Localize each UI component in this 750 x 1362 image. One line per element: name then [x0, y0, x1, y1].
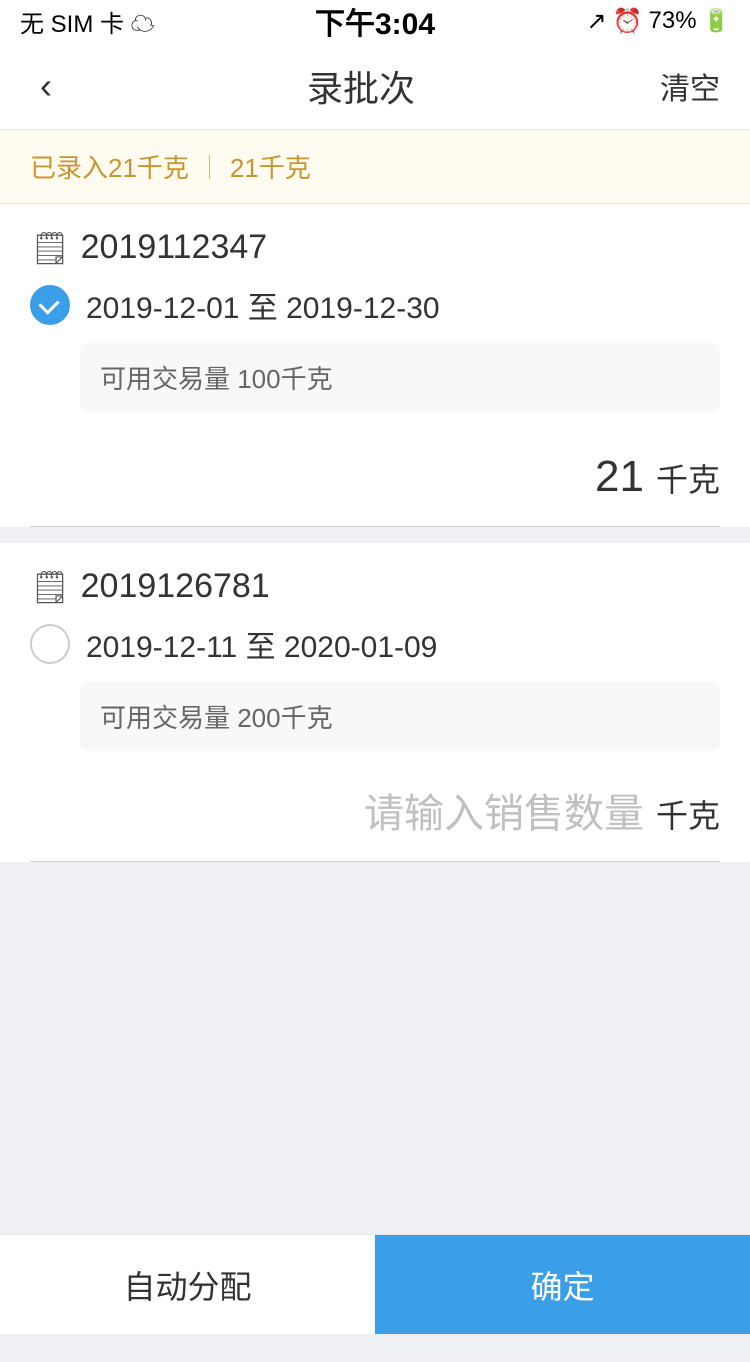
page-title: 录批次	[307, 60, 415, 112]
batch-card-2: 🗒 2019126781 2019-12-11 至 2020-01-09 可用交…	[0, 543, 750, 862]
sim-label: 无 SIM 卡 ☁	[20, 4, 155, 39]
alarm-icon: ⏰	[613, 7, 643, 36]
batch-1-qty-value: 21	[595, 452, 644, 502]
info-banner: 已录入21千克 21千克	[0, 130, 750, 204]
batch-1-header: 🗒 2019112347	[0, 204, 750, 275]
batch-1-date-row: 2019-12-01 至 2019-12-30	[0, 275, 750, 343]
batch-1-qty-row: 21 千克	[0, 432, 750, 526]
batch-2-date: 2019-12-11 至 2020-01-09	[86, 622, 437, 666]
batch-2-qty-input[interactable]	[344, 792, 644, 837]
info-divider	[209, 155, 210, 179]
auto-distribute-button[interactable]: 自动分配	[0, 1235, 375, 1334]
nav-bar: ‹ 录批次 清空	[0, 42, 750, 130]
batch-1-avail-text: 可用交易量 100千克	[100, 364, 333, 394]
batch-1-icon: 🗒	[30, 229, 71, 267]
battery-label: 73%	[649, 7, 697, 35]
batch-1-avail: 可用交易量 100千克	[80, 343, 720, 412]
status-left: 无 SIM 卡 ☁	[20, 4, 155, 39]
batch-2-avail: 可用交易量 200千克	[80, 682, 720, 751]
confirm-button[interactable]: 确定	[375, 1235, 750, 1334]
status-bar: 无 SIM 卡 ☁ 下午3:04 ↗ ⏰ 73% 🔋	[0, 0, 750, 42]
clear-button[interactable]: 清空	[660, 64, 720, 108]
batch-1-number: 2019112347	[81, 228, 268, 267]
batch-2-radio[interactable]	[30, 624, 70, 664]
batch-1-date: 2019-12-01 至 2019-12-30	[86, 283, 440, 327]
section-separator	[0, 527, 750, 543]
batch-2-date-row: 2019-12-11 至 2020-01-09	[0, 614, 750, 682]
batch-1-qty-unit: 千克	[656, 455, 720, 501]
battery-icon: 🔋	[703, 8, 730, 34]
recorded-amount-label: 已录入21千克	[30, 148, 189, 185]
status-time: 下午3:04	[315, 0, 435, 43]
batch-2-number: 2019126781	[81, 567, 270, 606]
location-icon: ↗	[587, 7, 607, 36]
back-button[interactable]: ‹	[30, 55, 62, 117]
batch-2-avail-text: 可用交易量 200千克	[100, 703, 333, 733]
batch-2-header: 🗒 2019126781	[0, 543, 750, 614]
recorded-amount-value: 21千克	[230, 148, 311, 185]
batch-2-icon: 🗒	[30, 568, 71, 606]
batch-1-radio[interactable]	[30, 285, 70, 325]
batch-card-1: 🗒 2019112347 2019-12-01 至 2019-12-30 可用交…	[0, 204, 750, 527]
status-right: ↗ ⏰ 73% 🔋	[587, 7, 730, 36]
batch-2-qty-row: 千克	[0, 771, 750, 861]
batch-2-qty-unit: 千克	[656, 791, 720, 837]
bottom-action-bar: 自动分配 确定	[0, 1234, 750, 1334]
